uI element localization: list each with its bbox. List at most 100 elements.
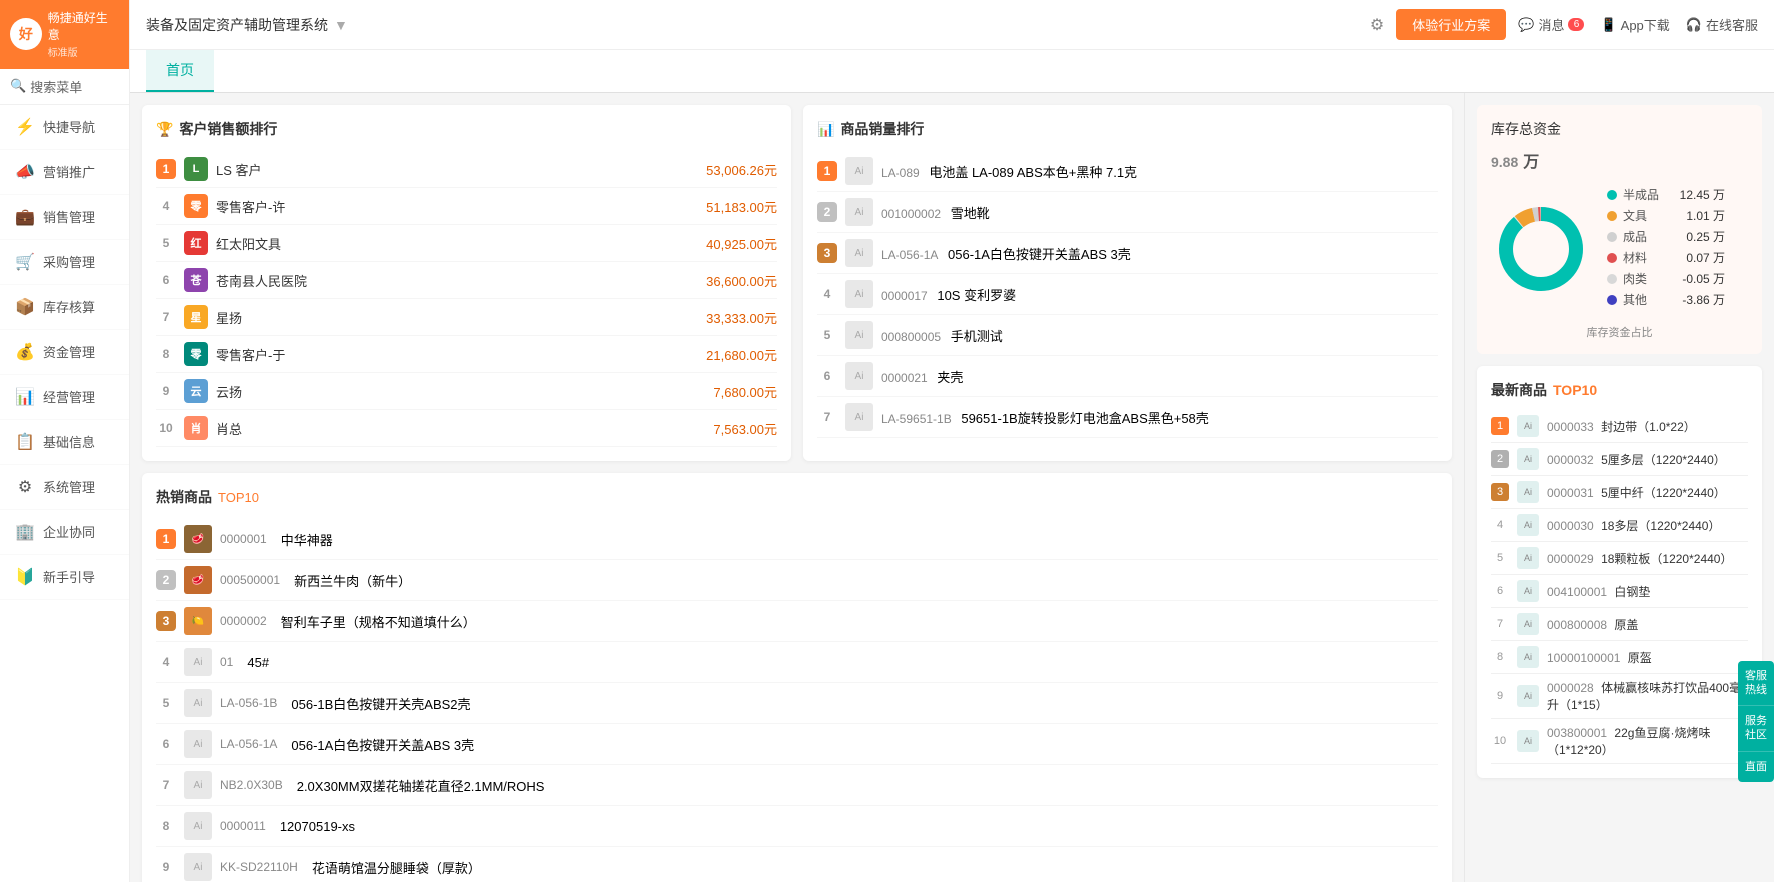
message-button[interactable]: 💬 消息 6 — [1518, 15, 1584, 34]
new-product-rank-8: 8 — [1491, 648, 1509, 666]
dropdown-icon[interactable]: ▼ — [334, 17, 348, 33]
customer-avatar-4: 苍 — [184, 268, 208, 292]
sidebar: 好 畅捷通好生意 标准版 🔍 搜索菜单 ⚡ 快捷导航 📣 营销推广 💼 销售管理… — [0, 0, 130, 882]
most-sold-thumb-5: Ai — [845, 321, 873, 349]
most-sold-item-5: 5 Ai 000800005 手机测试 — [817, 315, 1438, 356]
mid-section: 🏆 客户销售额排行 1 L LS 客户 53,006.26元 4 零 — [130, 93, 1464, 882]
ranking-row: 🏆 客户销售额排行 1 L LS 客户 53,006.26元 4 零 — [142, 105, 1452, 461]
hot-rank-7: 7 — [156, 775, 176, 795]
rank-item-4: 6 苍 苍南县人民医院 36,600.00元 — [156, 262, 777, 299]
rank-item-8: 10 肖 肖总 7,563.00元 — [156, 410, 777, 447]
hot-thumb-5: Ai — [184, 689, 212, 717]
service-community-button[interactable]: 服务 社区 — [1738, 705, 1774, 751]
sidebar-item-quick-nav[interactable]: ⚡ 快捷导航 — [0, 105, 129, 150]
hot-item-2: 2 🥩 000500001 新西兰牛肉（新牛） — [156, 560, 1438, 601]
sidebar-item-system[interactable]: ⚙ 系统管理 — [0, 465, 129, 510]
most-sold-info-3: LA-056-1A 056-1A白色按键开关盖ABS 3壳 — [881, 244, 1438, 263]
headset-icon: 🎧 — [1686, 17, 1702, 33]
hot-rank-5: 5 — [156, 693, 176, 713]
new-product-item-3: 3 Ai 0000031 5厘中纤（1220*2440） — [1491, 476, 1748, 509]
customer-avatar-8: 肖 — [184, 416, 208, 440]
customer-avatar-6: 零 — [184, 342, 208, 366]
most-sold-list: 1 Ai LA-089 电池盖 LA-089 ABS本色+黑种 7.1克 2 A… — [817, 151, 1438, 438]
tab-home[interactable]: 首页 — [146, 50, 214, 92]
most-sold-info-2: 001000002 雪地靴 — [881, 203, 1438, 222]
legend-item-1: 文具 1.01 万 — [1607, 207, 1725, 224]
inventory-card: 库存总资金 9.88 万 — [1477, 105, 1762, 354]
sidebar-item-purchase[interactable]: 🛒 采购管理 — [0, 240, 129, 285]
settings-icon[interactable]: ⚙ — [1370, 15, 1384, 35]
hot-rank-3: 3 — [156, 611, 176, 631]
sidebar-item-guide[interactable]: 🔰 新手引导 — [0, 555, 129, 600]
content-area: 🏆 客户销售额排行 1 L LS 客户 53,006.26元 4 零 — [130, 93, 1774, 882]
new-product-rank-3: 3 — [1491, 483, 1509, 501]
legend-dot-3 — [1607, 253, 1617, 263]
customer-avatar-5: 星 — [184, 305, 208, 329]
most-sold-card: 📊 商品销量排行 1 Ai LA-089 电池盖 LA-089 ABS本色+黑种… — [803, 105, 1452, 461]
customer-rank-list: 1 L LS 客户 53,006.26元 4 零 零售客户-许 51,183.0… — [156, 151, 777, 447]
most-sold-thumb-6: Ai — [845, 362, 873, 390]
most-sold-rank-1: 1 — [817, 161, 837, 181]
app-download-button[interactable]: 📱 App下载 — [1600, 15, 1669, 34]
trial-button[interactable]: 体验行业方案 — [1396, 9, 1506, 40]
online-service-button[interactable]: 🎧 在线客服 — [1686, 15, 1758, 34]
sidebar-item-basic-info[interactable]: 📋 基础信息 — [0, 420, 129, 465]
feedback-button[interactable]: 直面 — [1738, 751, 1774, 782]
hot-item-5: 5 Ai LA-056-1B 056-1B白色按键开关壳ABS2壳 — [156, 683, 1438, 724]
marketing-icon: 📣 — [15, 162, 35, 182]
hot-thumb-1: 🥩 — [184, 525, 212, 553]
new-products-list: 1 Ai 0000033 封边带（1.0*22） 2 Ai 0000032 5厘… — [1491, 410, 1748, 764]
purchase-icon: 🛒 — [15, 252, 35, 272]
rank-item-2: 4 零 零售客户-许 51,183.00元 — [156, 188, 777, 225]
search-icon: 🔍 — [10, 78, 26, 94]
most-sold-item-1: 1 Ai LA-089 电池盖 LA-089 ABS本色+黑种 7.1克 — [817, 151, 1438, 192]
hot-item-6: 6 Ai LA-056-1A 056-1A白色按键开关盖ABS 3壳 — [156, 724, 1438, 765]
most-sold-item-2: 2 Ai 001000002 雪地靴 — [817, 192, 1438, 233]
sidebar-item-finance[interactable]: 💰 资金管理 — [0, 330, 129, 375]
sidebar-search-area[interactable]: 🔍 搜索菜单 — [0, 69, 129, 105]
new-product-icon-5: Ai — [1517, 547, 1539, 569]
rank-num-8: 10 — [156, 418, 176, 438]
hot-rank-2: 2 — [156, 570, 176, 590]
legend-list: 半成品 12.45 万 文具 1.01 万 成品 0.25 万 — [1607, 186, 1725, 312]
sidebar-item-sales[interactable]: 💼 销售管理 — [0, 195, 129, 240]
new-product-rank-4: 4 — [1491, 516, 1509, 534]
page-tab-bar: 首页 — [130, 50, 1774, 93]
new-product-item-6: 6 Ai 004100001 白钢垫 — [1491, 575, 1748, 608]
legend-item-2: 成品 0.25 万 — [1607, 228, 1725, 245]
sidebar-item-inventory[interactable]: 📦 库存核算 — [0, 285, 129, 330]
guide-icon: 🔰 — [15, 567, 35, 587]
new-product-icon-8: Ai — [1517, 646, 1539, 668]
most-sold-item-6: 6 Ai 0000021 夹壳 — [817, 356, 1438, 397]
sidebar-item-marketing[interactable]: 📣 营销推广 — [0, 150, 129, 195]
hot-thumb-6: Ai — [184, 730, 212, 758]
customer-ranking-card: 🏆 客户销售额排行 1 L LS 客户 53,006.26元 4 零 — [142, 105, 791, 461]
rank-num-1: 1 — [156, 159, 176, 179]
hot-thumb-9: Ai — [184, 853, 212, 881]
inventory-icon: 📦 — [15, 297, 35, 317]
hot-rank-4: 4 — [156, 652, 176, 672]
new-product-icon-3: Ai — [1517, 481, 1539, 503]
hot-item-1: 1 🥩 0000001 中华神器 — [156, 519, 1438, 560]
most-sold-rank-5: 5 — [817, 325, 837, 345]
rank-num-7: 9 — [156, 381, 176, 401]
rank-num-6: 8 — [156, 344, 176, 364]
inventory-value: 9.88 万 — [1491, 143, 1748, 174]
most-sold-rank-2: 2 — [817, 202, 837, 222]
legend-item-5: 其他 -3.86 万 — [1607, 291, 1725, 308]
legend-item-0: 半成品 12.45 万 — [1607, 186, 1725, 203]
system-icon: ⚙ — [15, 477, 35, 497]
most-sold-info-7: LA-59651-1B 59651-1B旋转投影灯电池盒ABS黑色+58壳 — [881, 408, 1438, 427]
legend-dot-4 — [1607, 274, 1617, 284]
sidebar-item-enterprise[interactable]: 🏢 企业协同 — [0, 510, 129, 555]
legend-item-3: 材料 0.07 万 — [1607, 249, 1725, 266]
customer-service-button[interactable]: 客服 热线 — [1738, 661, 1774, 706]
hot-item-7: 7 Ai NB2.0X30B 2.0X30MM双搓花轴搓花直径2.1MM/ROH… — [156, 765, 1438, 806]
legend-dot-2 — [1607, 232, 1617, 242]
search-menu-button[interactable]: 🔍 搜索菜单 — [10, 77, 119, 96]
most-sold-rank-6: 6 — [817, 366, 837, 386]
most-sold-info-5: 000800005 手机测试 — [881, 326, 1438, 345]
hot-item-4: 4 Ai 01 45# — [156, 642, 1438, 683]
sidebar-item-operations[interactable]: 📊 经营管理 — [0, 375, 129, 420]
hot-thumb-7: Ai — [184, 771, 212, 799]
